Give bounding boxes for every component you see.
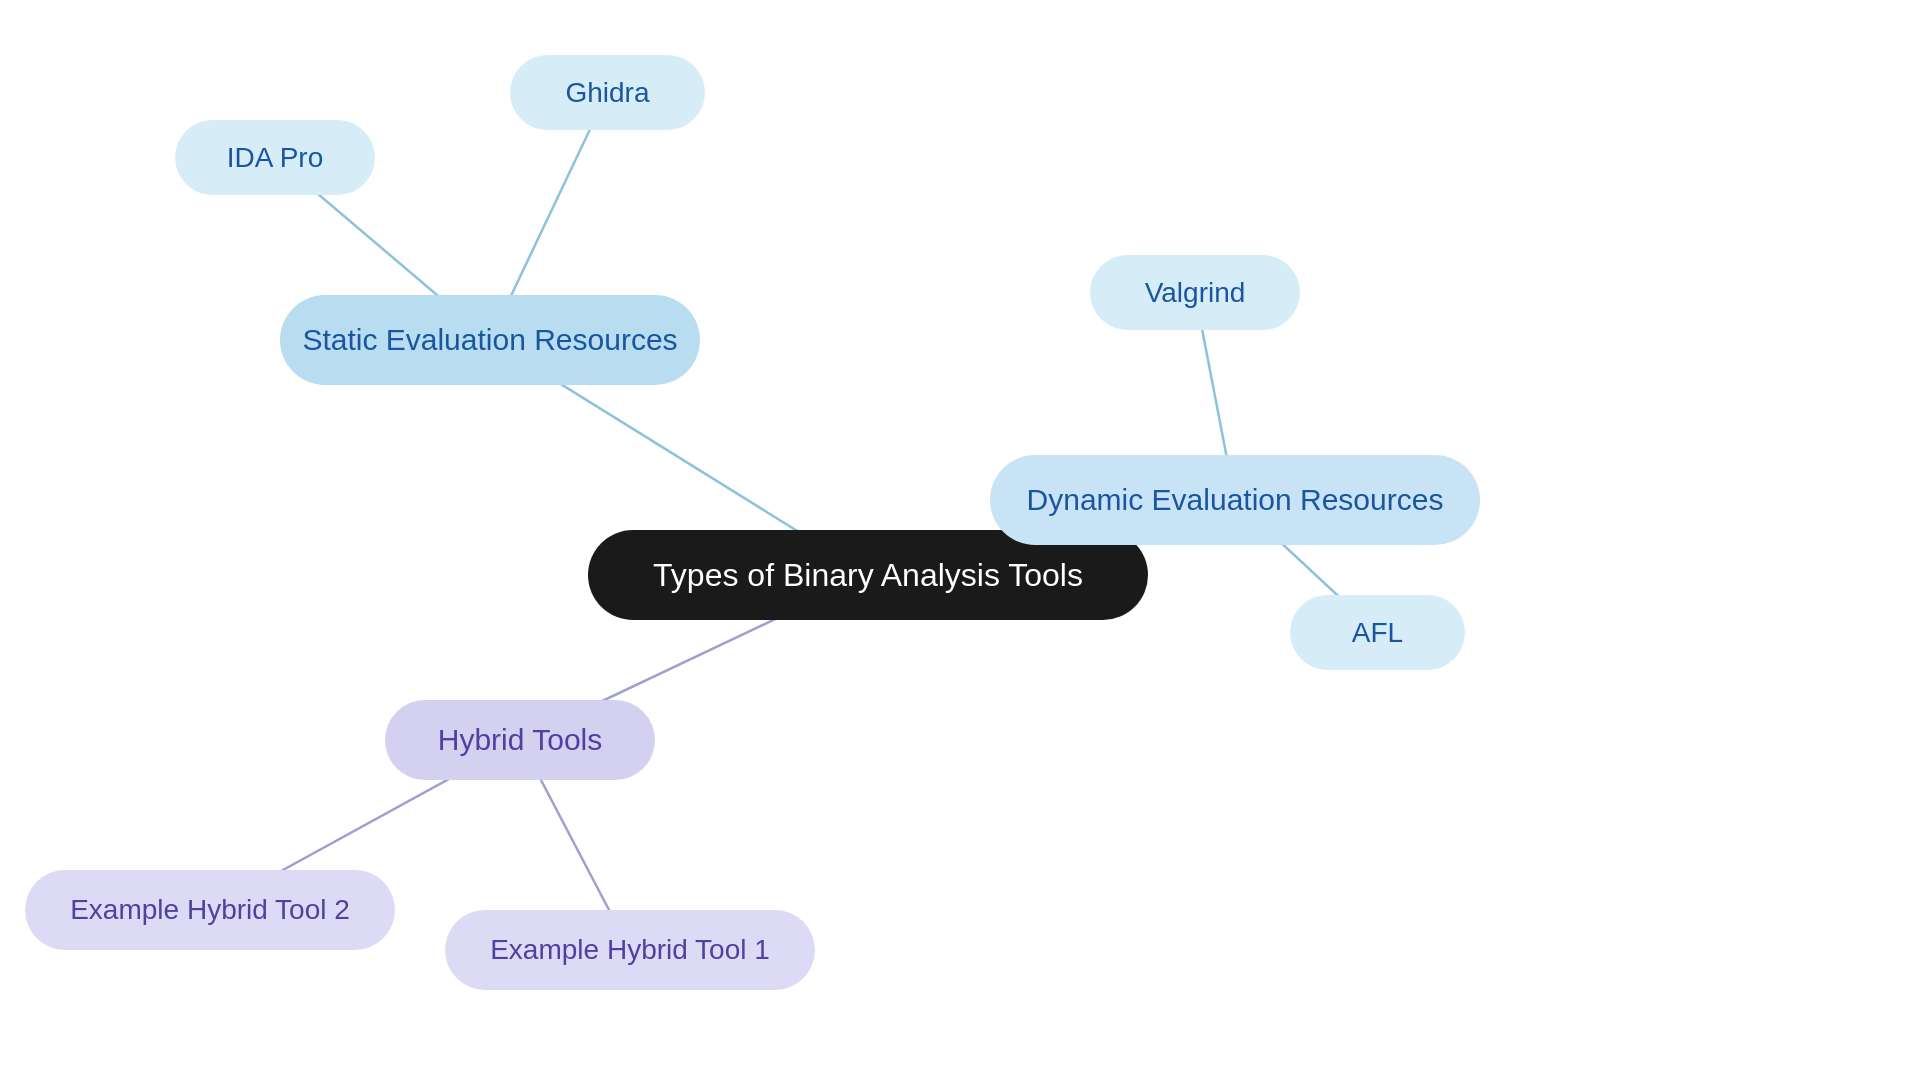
hybrid-tool-2-node: Example Hybrid Tool 2 xyxy=(25,870,395,950)
static-node: Static Evaluation Resources xyxy=(280,295,700,385)
dynamic-label: Dynamic Evaluation Resources xyxy=(1027,483,1444,517)
ida-pro-node: IDA Pro xyxy=(175,120,375,195)
valgrind-label: Valgrind xyxy=(1145,277,1246,309)
hybrid-tool-1-label: Example Hybrid Tool 1 xyxy=(490,934,770,966)
ghidra-label: Ghidra xyxy=(565,77,649,109)
ghidra-node: Ghidra xyxy=(510,55,705,130)
ida-pro-label: IDA Pro xyxy=(227,142,323,174)
valgrind-node: Valgrind xyxy=(1090,255,1300,330)
hybrid-tool-1-node: Example Hybrid Tool 1 xyxy=(445,910,815,990)
hybrid-tool-2-label: Example Hybrid Tool 2 xyxy=(70,894,350,926)
hybrid-node: Hybrid Tools xyxy=(385,700,655,780)
dynamic-node: Dynamic Evaluation Resources xyxy=(990,455,1480,545)
afl-node: AFL xyxy=(1290,595,1465,670)
center-label: Types of Binary Analysis Tools xyxy=(653,557,1083,594)
hybrid-label: Hybrid Tools xyxy=(438,723,603,757)
static-label: Static Evaluation Resources xyxy=(302,323,677,357)
afl-label: AFL xyxy=(1352,617,1403,649)
